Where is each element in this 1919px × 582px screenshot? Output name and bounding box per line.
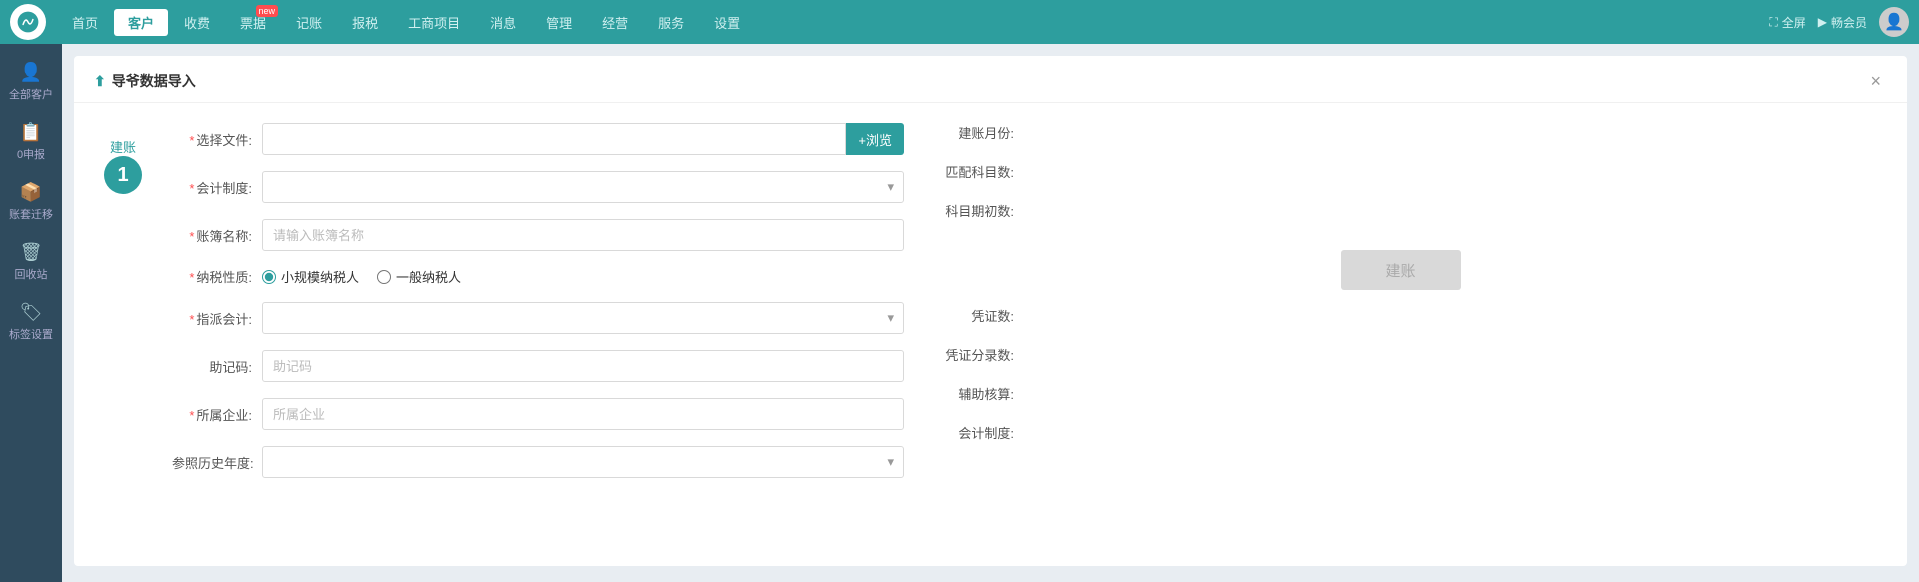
sidebar-item-tag-settings[interactable]: 🏷 标签设置	[0, 294, 62, 350]
user-avatar[interactable]: 👤	[1879, 7, 1909, 37]
build-button[interactable]: 建账	[1341, 250, 1461, 290]
build-month-label: 建账月份:	[924, 123, 1024, 142]
app-logo	[10, 4, 46, 40]
sidebar: 👤 全部客户 📋 0申报 📦 账套迁移 🗑 回收站 🏷 标签设置	[0, 44, 62, 582]
voucher-count-row: 凭证数:	[924, 306, 1877, 325]
nav-item-business[interactable]: 工商项目	[394, 9, 474, 36]
reference-year-row: 参照历史年度:	[172, 446, 904, 478]
nav-item-tickets[interactable]: 票据 new	[226, 9, 280, 36]
tax-nature-label: *纳税性质:	[172, 267, 262, 286]
nav-item-operations[interactable]: 经营	[588, 9, 642, 36]
memo-code-row: 助记码:	[172, 350, 904, 382]
nav-item-accounting[interactable]: 记账	[282, 9, 336, 36]
nav-right-actions: ⛶ 全屏 ▶ 畅会员 👤	[1769, 7, 1909, 37]
nav-item-services[interactable]: 服务	[644, 9, 698, 36]
initial-balance-label: 科目期初数:	[924, 201, 1024, 220]
file-row: *选择文件: +浏览	[172, 123, 904, 155]
ledger-name-input[interactable]	[262, 219, 904, 251]
dialog-body: 建账 1 *选择文件: +浏览	[74, 103, 1907, 514]
build-btn-wrap: 建账	[924, 250, 1877, 290]
memo-code-label: 助记码:	[172, 357, 262, 376]
fullscreen-button[interactable]: ⛶ 全屏	[1769, 14, 1805, 31]
company-input[interactable]	[262, 398, 904, 430]
accounting-system-select-wrap	[262, 171, 904, 203]
accountant-select-wrap	[262, 302, 904, 334]
import-icon: ⬆	[94, 73, 106, 90]
dialog-header: ⬆ 导爷数据导入 ×	[74, 56, 1907, 103]
nav-item-manage[interactable]: 管理	[532, 9, 586, 36]
vip-icon: ▶	[1818, 15, 1827, 29]
vip-button[interactable]: ▶ 畅会员	[1818, 14, 1867, 31]
sidebar-item-all-customers[interactable]: 👤 全部客户	[0, 54, 62, 110]
dialog-title: ⬆ 导爷数据导入	[94, 71, 196, 91]
form-area: 建账 1 *选择文件: +浏览	[104, 123, 904, 494]
all-customers-icon: 👤	[20, 62, 42, 83]
form-fields: *选择文件: +浏览 *会计制度:	[172, 123, 904, 494]
tax-small-radio[interactable]	[262, 270, 276, 284]
reference-year-label: 参照历史年度:	[172, 453, 262, 472]
new-badge: new	[256, 5, 279, 17]
match-subjects-row: 匹配科目数:	[924, 162, 1877, 181]
initial-balance-row: 科目期初数:	[924, 201, 1877, 220]
ledger-name-label: *账簿名称:	[172, 226, 262, 245]
sidebar-item-account-migration[interactable]: 📦 账套迁移	[0, 174, 62, 230]
tax-nature-row: *纳税性质: 小规模纳税人 一般纳税人	[172, 267, 904, 286]
step-label: 建账	[110, 137, 136, 156]
main-layout: 👤 全部客户 📋 0申报 📦 账套迁移 🗑 回收站 🏷 标签设置 ⬆ 导爷	[0, 44, 1919, 582]
auxiliary-label: 辅助核算:	[924, 384, 1024, 403]
sidebar-item-recycle-bin[interactable]: 🗑 回收站	[0, 234, 62, 290]
sidebar-item-zero-filing[interactable]: 📋 0申报	[0, 114, 62, 170]
info-accounting-system-label: 会计制度:	[924, 423, 1024, 442]
nav-item-customers[interactable]: 客户	[114, 9, 168, 36]
reference-year-select-wrap	[262, 446, 904, 478]
top-navbar: 首页 客户 收费 票据 new 记账 报税 工商项目 消息 管理 经营 服务 设…	[0, 0, 1919, 44]
accountant-row: *指派会计:	[172, 302, 904, 334]
tax-general-radio[interactable]	[377, 270, 391, 284]
nav-item-fees[interactable]: 收费	[170, 9, 224, 36]
accounting-system-row: *会计制度:	[172, 171, 904, 203]
tax-small-option[interactable]: 小规模纳税人	[262, 267, 359, 286]
company-label: *所属企业:	[172, 405, 262, 424]
zero-filing-icon: 📋	[20, 122, 42, 143]
tax-general-option[interactable]: 一般纳税人	[377, 267, 461, 286]
file-input[interactable]	[262, 123, 846, 155]
nav-item-tax[interactable]: 报税	[338, 9, 392, 36]
step-indicator: 建账 1	[104, 123, 142, 494]
vip-label: 畅会员	[1831, 14, 1867, 31]
match-subjects-label: 匹配科目数:	[924, 162, 1024, 181]
nav-item-messages[interactable]: 消息	[476, 9, 530, 36]
recycle-bin-icon: 🗑	[20, 242, 43, 263]
fullscreen-icon: ⛶	[1769, 15, 1777, 30]
main-content: ⬆ 导爷数据导入 × 建账 1 *	[62, 44, 1919, 582]
memo-code-input[interactable]	[262, 350, 904, 382]
accounting-system-select[interactable]	[262, 171, 904, 203]
tax-nature-radio-group: 小规模纳税人 一般纳税人	[262, 267, 461, 286]
build-month-row: 建账月份:	[924, 123, 1877, 142]
account-migration-icon: 📦	[20, 182, 42, 203]
accountant-select[interactable]	[262, 302, 904, 334]
file-input-group: +浏览	[262, 123, 904, 155]
step-circle: 1	[104, 156, 142, 194]
accountant-label: *指派会计:	[172, 309, 262, 328]
info-accounting-system-row: 会计制度:	[924, 423, 1877, 442]
ledger-name-row: *账簿名称:	[172, 219, 904, 251]
accounting-system-label: *会计制度:	[172, 178, 262, 197]
company-row: *所属企业:	[172, 398, 904, 430]
nav-menu: 首页 客户 收费 票据 new 记账 报税 工商项目 消息 管理 经营 服务 设…	[58, 9, 1769, 36]
info-area: 建账月份: 匹配科目数: 科目期初数: 建账	[904, 123, 1877, 494]
voucher-entries-label: 凭证分录数:	[924, 345, 1024, 364]
reference-year-select[interactable]	[262, 446, 904, 478]
voucher-count-label: 凭证数:	[924, 306, 1024, 325]
dialog-card: ⬆ 导爷数据导入 × 建账 1 *	[74, 56, 1907, 566]
voucher-entries-row: 凭证分录数:	[924, 345, 1877, 364]
nav-item-home[interactable]: 首页	[58, 9, 112, 36]
nav-item-settings[interactable]: 设置	[700, 9, 754, 36]
auxiliary-row: 辅助核算:	[924, 384, 1877, 403]
browse-button[interactable]: +浏览	[846, 123, 904, 155]
tag-settings-icon: 🏷	[20, 302, 43, 323]
close-button[interactable]: ×	[1864, 70, 1887, 92]
file-label: *选择文件:	[172, 130, 262, 149]
